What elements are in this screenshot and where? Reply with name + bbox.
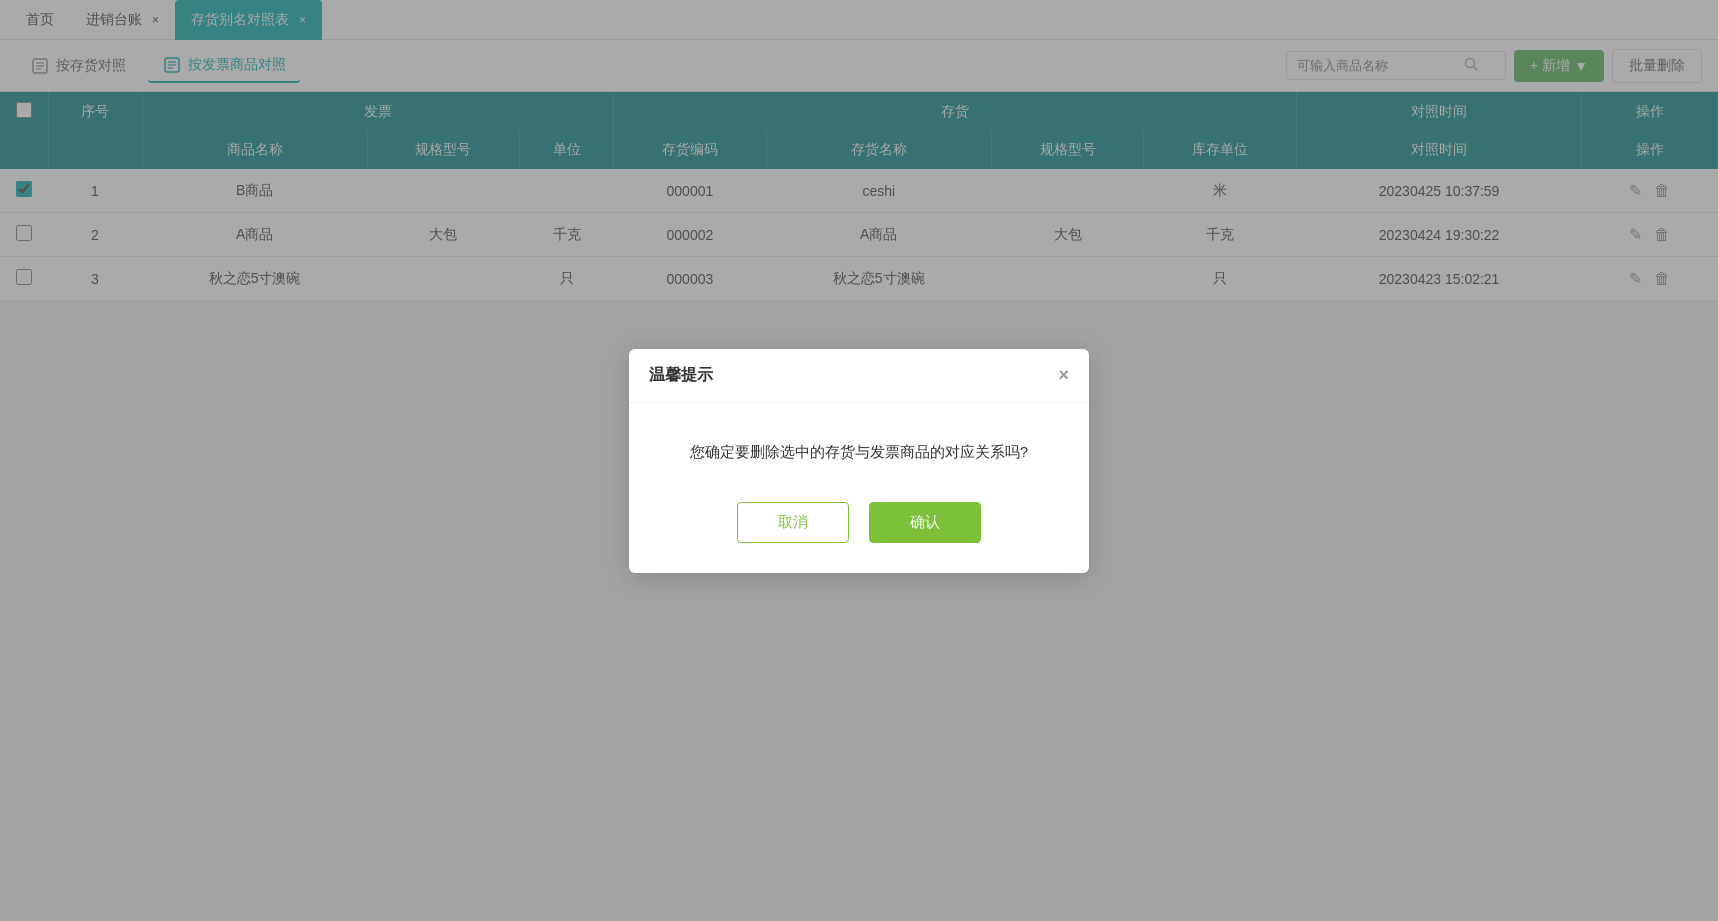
dialog-overlay: 温馨提示 × 您确定要删除选中的存货与发票商品的对应关系吗? 取消 确认 [0,0,1718,301]
